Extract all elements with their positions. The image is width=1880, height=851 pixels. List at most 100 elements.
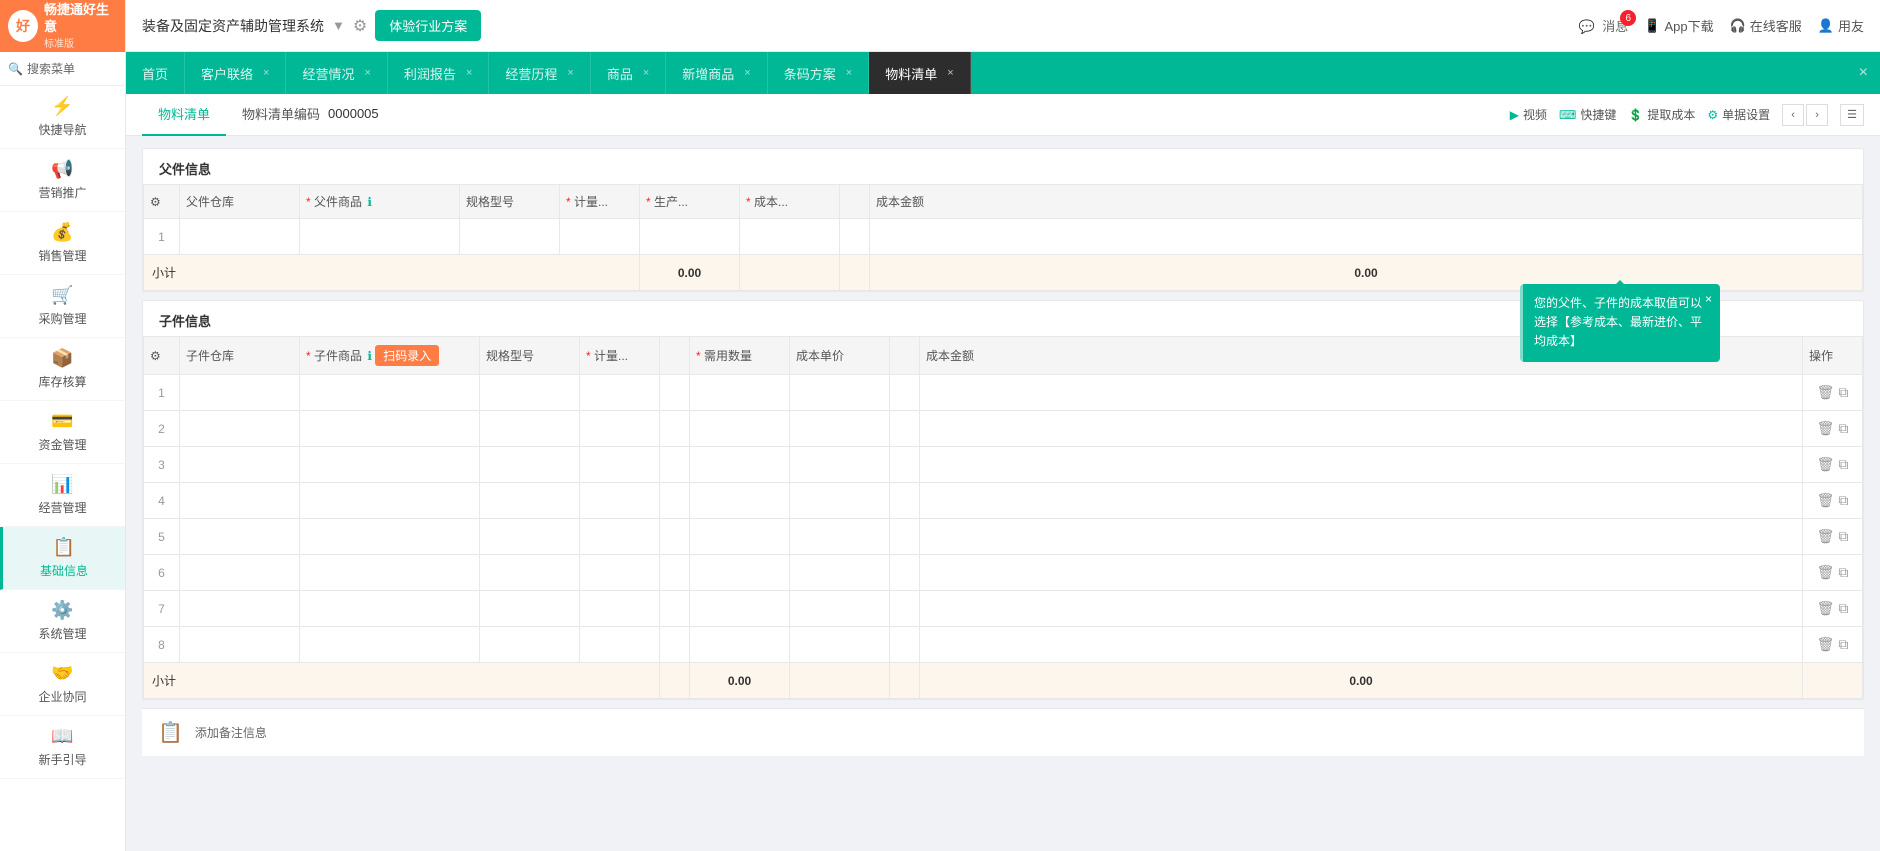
tab-history[interactable]: 经营历程 × [489,52,590,94]
settings-gear-icon[interactable]: ⚙ [353,16,367,36]
child-row-5-copy-icon[interactable]: ⧉ [1838,528,1848,545]
child-row-7-quantity[interactable] [690,591,790,627]
subtab-bom-list[interactable]: 物料清单 [142,94,226,136]
child-row-3-copy-icon[interactable]: ⧉ [1838,456,1848,473]
child-row-3-warehouse[interactable] [180,447,300,483]
child-row-2-delete-icon[interactable]: 🗑 [1817,420,1835,437]
tab-bom-close[interactable]: × [947,67,953,79]
child-goods-info-icon[interactable]: ℹ [367,349,372,363]
tab-home[interactable]: 首页 [126,52,185,94]
child-row-2-quantity[interactable] [690,411,790,447]
child-row-5-quantity[interactable] [690,519,790,555]
child-row-4-delete-icon[interactable]: 🗑 [1817,492,1835,509]
child-row-2-copy-icon[interactable]: ⧉ [1838,420,1848,437]
single-settings-action[interactable]: ⚙ 单据设置 [1707,106,1770,123]
sidebar-item-system[interactable]: ⚙️ 系统管理 [0,590,125,653]
child-row-1-copy-icon[interactable]: ⧉ [1838,384,1848,401]
child-row-7-delete-icon[interactable]: 🗑 [1817,600,1835,617]
grid-view-button[interactable]: ☰ [1840,104,1864,126]
sidebar-item-quick-nav[interactable]: ⚡ 快捷导航 [0,86,125,149]
tab-goods-close[interactable]: × [643,67,649,79]
child-row-6-goods[interactable] [300,555,480,591]
child-row-1-warehouse[interactable] [180,375,300,411]
subtab-bom-code[interactable]: 物料清单编码 0000005 [226,94,395,136]
child-row-5-goods[interactable] [300,519,480,555]
sidebar-item-finance[interactable]: 💳 资金管理 [0,401,125,464]
child-row-6-copy-icon[interactable]: ⧉ [1838,564,1848,581]
sidebar-item-operations[interactable]: 📊 经营管理 [0,464,125,527]
child-row-1-quantity[interactable] [690,375,790,411]
child-row-6-unit[interactable] [580,555,660,591]
child-row-2-unit[interactable] [580,411,660,447]
note-icon[interactable]: 📋 [158,720,183,745]
sidebar-item-inventory[interactable]: 📦 库存核算 [0,338,125,401]
child-row-8-warehouse[interactable] [180,627,300,663]
child-row-4-quantity[interactable] [690,483,790,519]
child-row-1-delete-icon[interactable]: 🗑 [1817,384,1835,401]
app-download-button[interactable]: 📱 App下载 [1644,16,1713,35]
tab-barcode-close[interactable]: × [846,67,852,79]
scan-input-button[interactable]: 扫码录入 [375,345,439,366]
user-profile-button[interactable]: 👤 用友 [1818,16,1864,35]
parent-row-1-warehouse[interactable] [180,219,300,255]
tab-operations-close[interactable]: × [364,67,370,79]
tab-history-close[interactable]: × [567,67,573,79]
child-row-3-goods[interactable] [300,447,480,483]
parent-row-1-unit[interactable] [560,219,640,255]
child-row-7-warehouse[interactable] [180,591,300,627]
parent-row-1-production[interactable] [640,219,740,255]
parent-row-1-cost[interactable] [740,219,840,255]
tab-customer-close[interactable]: × [263,67,269,79]
tab-goods[interactable]: 商品 × [591,52,666,94]
parent-settings-icon[interactable]: ⚙ [150,195,161,209]
message-button[interactable]: 💬 6 消息 [1578,16,1628,35]
tab-new-goods[interactable]: 新增商品 × [666,52,767,94]
child-settings-icon[interactable]: ⚙ [150,349,161,363]
child-row-8-unit[interactable] [580,627,660,663]
child-row-6-delete-icon[interactable]: 🗑 [1817,564,1835,581]
child-row-5-unit[interactable] [580,519,660,555]
tab-profit[interactable]: 利润报告 × [388,52,489,94]
child-row-8-copy-icon[interactable]: ⧉ [1838,636,1848,653]
tab-operations[interactable]: 经营情况 × [286,52,387,94]
tab-profit-close[interactable]: × [466,67,472,79]
next-record-button[interactable]: › [1806,104,1828,126]
child-row-6-quantity[interactable] [690,555,790,591]
child-row-6-warehouse[interactable] [180,555,300,591]
sidebar-item-purchase[interactable]: 🛒 采购管理 [0,275,125,338]
sidebar-item-guide[interactable]: 📖 新手引导 [0,716,125,779]
child-row-8-goods[interactable] [300,627,480,663]
child-row-8-delete-icon[interactable]: 🗑 [1817,636,1835,653]
shortcut-action[interactable]: ⌨ 快捷键 [1559,106,1616,123]
sidebar-item-basic-info[interactable]: 📋 基础信息 [0,527,125,590]
sidebar-item-enterprise[interactable]: 🤝 企业协同 [0,653,125,716]
child-row-8-quantity[interactable] [690,627,790,663]
child-row-7-copy-icon[interactable]: ⧉ [1838,600,1848,617]
child-row-1-goods[interactable] [300,375,480,411]
child-row-7-unit[interactable] [580,591,660,627]
child-row-3-quantity[interactable] [690,447,790,483]
child-row-4-unit[interactable] [580,483,660,519]
parent-row-1-goods[interactable] [300,219,460,255]
child-row-2-goods[interactable] [300,411,480,447]
child-row-3-delete-icon[interactable]: 🗑 [1817,456,1835,473]
video-action[interactable]: ▶ 视频 [1510,106,1547,123]
tab-bom[interactable]: 物料清单 × [869,52,970,94]
trial-button[interactable]: 体验行业方案 [375,10,481,41]
child-row-5-delete-icon[interactable]: 🗑 [1817,528,1835,545]
sidebar-item-sales[interactable]: 💰 销售管理 [0,212,125,275]
prev-record-button[interactable]: ‹ [1782,104,1804,126]
parent-goods-info-icon[interactable]: ℹ [367,195,372,209]
tab-customer[interactable]: 客户联络 × [185,52,286,94]
child-row-4-warehouse[interactable] [180,483,300,519]
child-row-7-goods[interactable] [300,591,480,627]
search-menu-item[interactable]: 🔍 搜索菜单 [0,52,125,86]
tab-barcode[interactable]: 条码方案 × [768,52,869,94]
dropdown-arrow-icon[interactable]: ▼ [332,18,345,33]
tooltip-close-button[interactable]: × [1705,290,1712,309]
child-row-5-warehouse[interactable] [180,519,300,555]
child-row-4-copy-icon[interactable]: ⧉ [1838,492,1848,509]
extract-cost-action[interactable]: 💲 提取成本 [1628,106,1695,123]
tab-new-goods-close[interactable]: × [744,67,750,79]
child-row-3-unit[interactable] [580,447,660,483]
